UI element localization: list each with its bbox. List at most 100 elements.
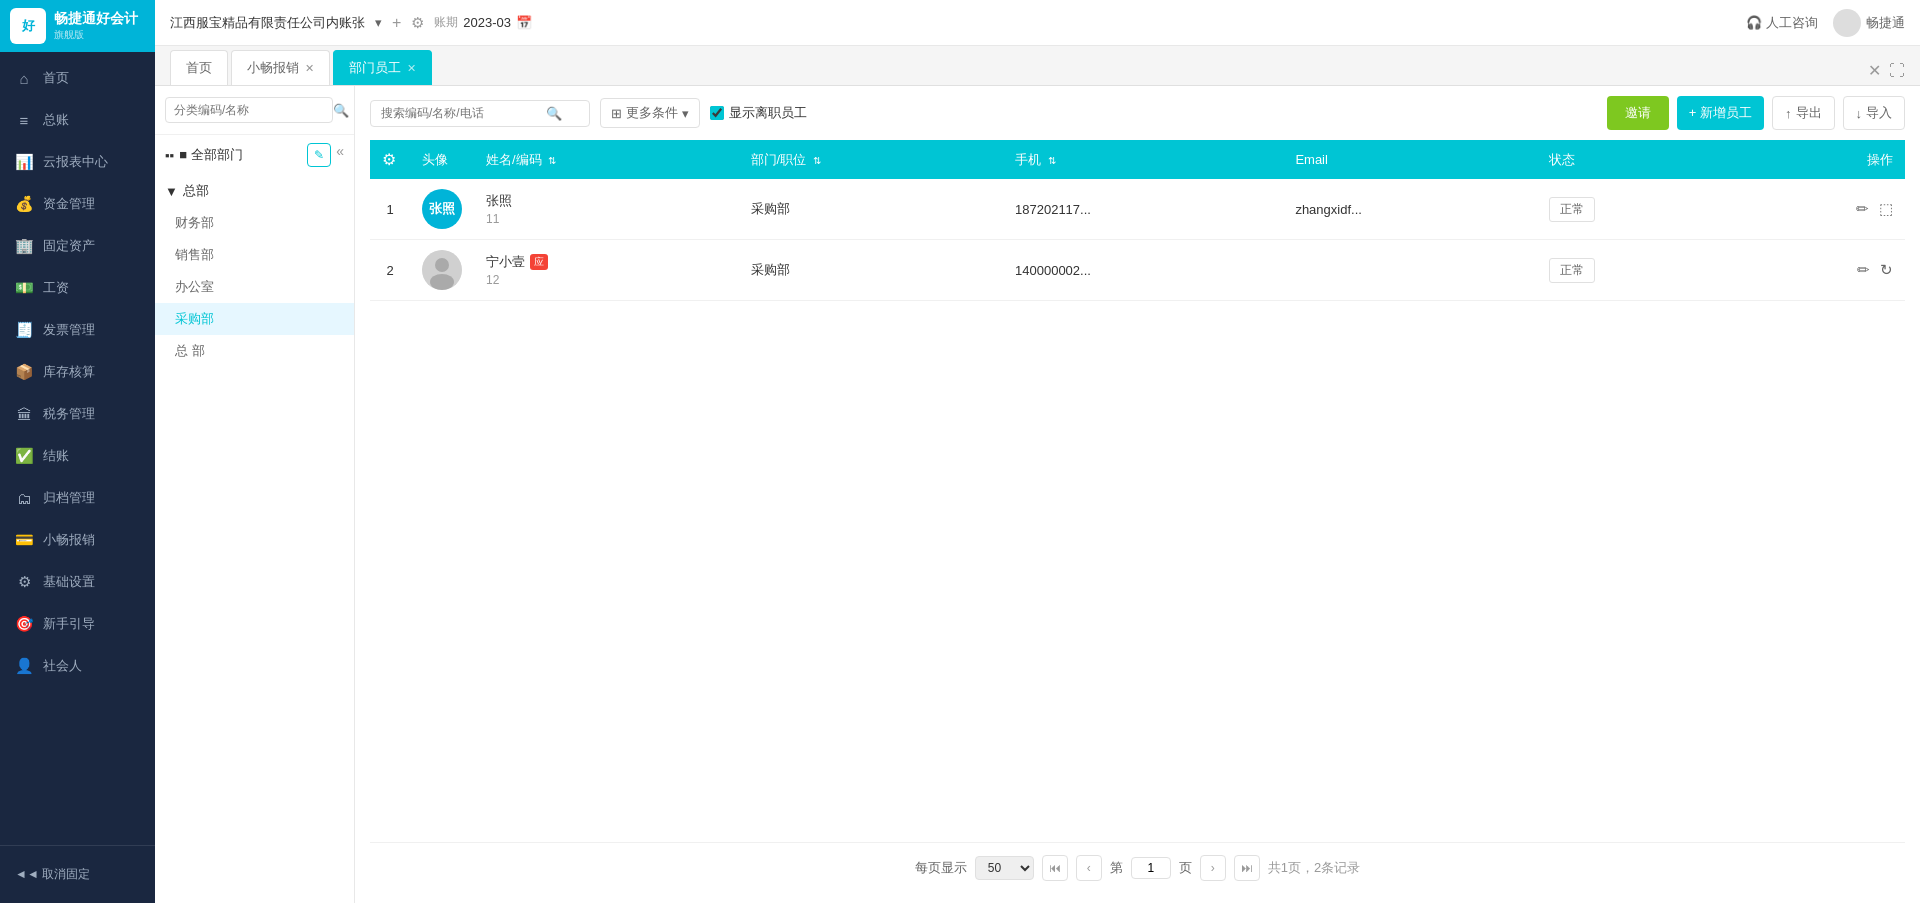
sidebar-item-home[interactable]: ⌂ 首页	[0, 57, 155, 99]
sidebar-item-tax[interactable]: 🏛 税务管理	[0, 393, 155, 435]
chevron-down-icon: ▾	[682, 106, 689, 121]
employee-search-input[interactable]	[381, 106, 541, 120]
add-tab-button[interactable]: +	[392, 14, 401, 32]
sidebar-item-expense[interactable]: 💳 小畅报销	[0, 519, 155, 561]
import-button[interactable]: ↓ 导入	[1843, 96, 1906, 130]
logo-icon: 好	[10, 8, 46, 44]
pagination-bar: 每页显示 50 10 20 100 ⏮ ‹ 第 页 › ⏭ 共1页，2条记录	[370, 842, 1905, 893]
company-dropdown[interactable]: ▾	[375, 15, 382, 30]
dept-tree-parent-headquarters[interactable]: ▼ 总部	[155, 175, 354, 207]
logout-employee-1-button[interactable]: ⬚	[1879, 200, 1893, 218]
funds-icon: 💰	[15, 195, 33, 213]
show-resigned-checkbox[interactable]	[710, 106, 724, 120]
invite-button[interactable]: 邀请	[1607, 96, 1669, 130]
edit-employee-2-button[interactable]: ✏	[1857, 261, 1870, 279]
status-badge-1: 正常	[1549, 197, 1595, 222]
table-body: 1 张照 张照 11	[370, 179, 1905, 301]
add-employee-button[interactable]: + 新增员工	[1677, 96, 1764, 130]
sidebar-item-settings[interactable]: ⚙ 基础设置	[0, 561, 155, 603]
dept-search-input[interactable]	[165, 97, 333, 123]
prev-page-button[interactable]: ‹	[1076, 855, 1102, 881]
tab-expense[interactable]: 小畅报销 ✕	[231, 50, 330, 85]
dept-tree-item-sales[interactable]: 销售部	[155, 239, 354, 271]
close-tab-employee[interactable]: ✕	[407, 62, 416, 75]
th-dept[interactable]: 部门/职位 ⇅	[739, 140, 1004, 179]
sidebar-item-guide[interactable]: 🎯 新手引导	[0, 603, 155, 645]
dept-tree: ▼ 总部 财务部 销售部 办公室 采购部	[155, 175, 354, 903]
dept-tree-item-procurement[interactable]: 采购部	[155, 303, 354, 335]
edit-dept-button[interactable]: ✎	[307, 143, 331, 167]
th-settings[interactable]: ⚙	[370, 140, 410, 179]
page-size-label: 每页显示	[915, 859, 967, 877]
topbar-right: 🎧 人工咨询 畅捷通	[1746, 9, 1905, 37]
sidebar-item-funds[interactable]: 💰 资金管理	[0, 183, 155, 225]
pin-button[interactable]: ◄◄ 取消固定	[0, 856, 155, 893]
calendar-icon[interactable]: 📅	[516, 15, 532, 30]
dept-tree-item-general[interactable]: 总 部	[155, 335, 354, 367]
settings-button[interactable]: ⚙	[411, 14, 424, 32]
th-name[interactable]: 姓名/编码 ⇅	[474, 140, 739, 179]
row-num-2: 2	[370, 240, 410, 301]
tab-home[interactable]: 首页	[170, 50, 228, 85]
dept-tree-item-finance[interactable]: 财务部	[155, 207, 354, 239]
next-page-button[interactable]: ›	[1200, 855, 1226, 881]
page-size-select[interactable]: 50 10 20 100	[975, 856, 1034, 880]
expense-icon: 💳	[15, 531, 33, 549]
filter-button[interactable]: ⊞ 更多条件 ▾	[600, 98, 700, 128]
service-button[interactable]: 🎧 人工咨询	[1746, 14, 1818, 32]
sidebar-item-assets[interactable]: 🏢 固定资产	[0, 225, 155, 267]
row-avatar-1: 张照	[410, 179, 474, 240]
all-departments[interactable]: ▪▪ ■ 全部部门	[165, 146, 243, 164]
sidebar-item-salary[interactable]: 💵 工资	[0, 267, 155, 309]
status-badge-2: 正常	[1549, 258, 1595, 283]
sort-phone-icon: ⇅	[1048, 155, 1056, 166]
reports-icon: 📊	[15, 153, 33, 171]
table-header: ⚙ 头像 姓名/编码 ⇅ 部门/职位 ⇅	[370, 140, 1905, 179]
company-name: 江西服宝精品有限责任公司内账张	[170, 14, 365, 32]
user-menu[interactable]: 畅捷通	[1833, 9, 1905, 37]
headset-icon: 🎧	[1746, 15, 1762, 30]
app-name: 畅捷通好会计	[54, 10, 138, 28]
th-phone[interactable]: 手机 ⇅	[1003, 140, 1283, 179]
close-window-icon[interactable]: ✕	[1868, 61, 1881, 80]
sidebar-item-archive[interactable]: 🗂 归档管理	[0, 477, 155, 519]
export-button[interactable]: ↑ 导出	[1772, 96, 1835, 130]
row-dept-1: 采购部	[739, 179, 1004, 240]
dept-header: ▪▪ ■ 全部部门 ✎ «	[155, 135, 354, 175]
tax-icon: 🏛	[15, 406, 33, 423]
sidebar-item-ledger[interactable]: ≡ 总账	[0, 99, 155, 141]
sidebar-item-inventory[interactable]: 📦 库存核算	[0, 351, 155, 393]
first-page-button[interactable]: ⏮	[1042, 855, 1068, 881]
dept-tree-item-office[interactable]: 办公室	[155, 271, 354, 303]
last-page-button[interactable]: ⏭	[1234, 855, 1260, 881]
period-value: 2023-03	[463, 15, 511, 30]
export-icon: ↑	[1785, 106, 1792, 121]
row-num-1: 1	[370, 179, 410, 240]
expand-window-icon[interactable]: ⛶	[1889, 62, 1905, 80]
row-actions-2: ✏ ↻	[1734, 240, 1905, 301]
guide-icon: 🎯	[15, 615, 33, 633]
close-tab-expense[interactable]: ✕	[305, 62, 314, 75]
sidebar-item-social[interactable]: 👤 社会人	[0, 645, 155, 687]
sidebar-item-invoice[interactable]: 🧾 发票管理	[0, 309, 155, 351]
tab-employee[interactable]: 部门员工 ✕	[333, 50, 432, 85]
sidebar-nav: ⌂ 首页 ≡ 总账 📊 云报表中心 💰 资金管理 🏢 固定资产 💵 工资	[0, 52, 155, 845]
sidebar-item-reports[interactable]: 📊 云报表中心	[0, 141, 155, 183]
toolbar-actions: 邀请 + 新增员工 ↑ 导出 ↓ 导入	[1607, 96, 1905, 130]
refresh-employee-2-button[interactable]: ↻	[1880, 261, 1893, 279]
collapse-dept-button[interactable]: «	[336, 143, 344, 167]
th-action: 操作	[1734, 140, 1905, 179]
badge-ying: 应	[530, 254, 548, 270]
employee-table-wrapper: ⚙ 头像 姓名/编码 ⇅ 部门/职位 ⇅	[370, 140, 1905, 842]
row-phone-2: 140000002...	[1003, 240, 1283, 301]
import-icon: ↓	[1856, 106, 1863, 121]
show-resigned-label: 显示离职员工	[729, 104, 807, 122]
th-email: Email	[1283, 140, 1537, 179]
sidebar-bottom: ◄◄ 取消固定	[0, 845, 155, 903]
edit-employee-1-button[interactable]: ✏	[1856, 200, 1869, 218]
avatar-zhang: 张照	[422, 189, 462, 229]
dept-search-button[interactable]: 🔍	[333, 96, 349, 124]
page-label: 第	[1110, 859, 1123, 877]
page-number-input[interactable]	[1131, 857, 1171, 879]
sidebar-item-closing[interactable]: ✅ 结账	[0, 435, 155, 477]
